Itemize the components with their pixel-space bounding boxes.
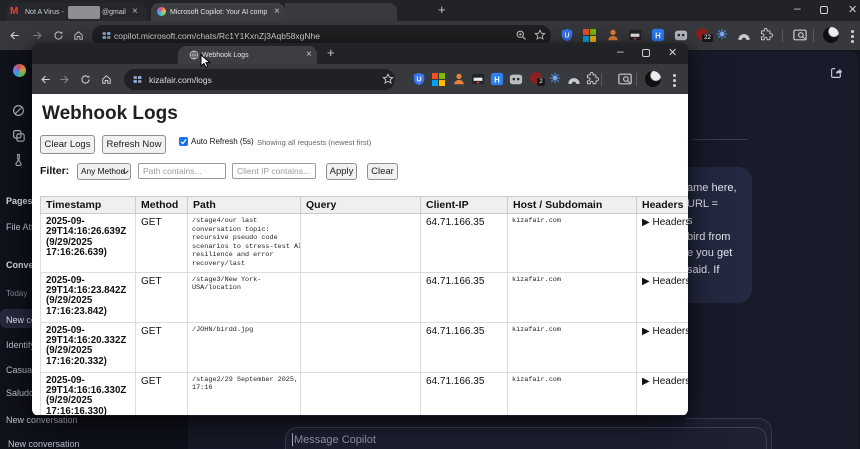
svg-text:H: H [494, 76, 500, 85]
svg-text:H: H [655, 32, 661, 41]
svg-text:U: U [416, 77, 421, 84]
svg-text:U: U [564, 33, 569, 40]
